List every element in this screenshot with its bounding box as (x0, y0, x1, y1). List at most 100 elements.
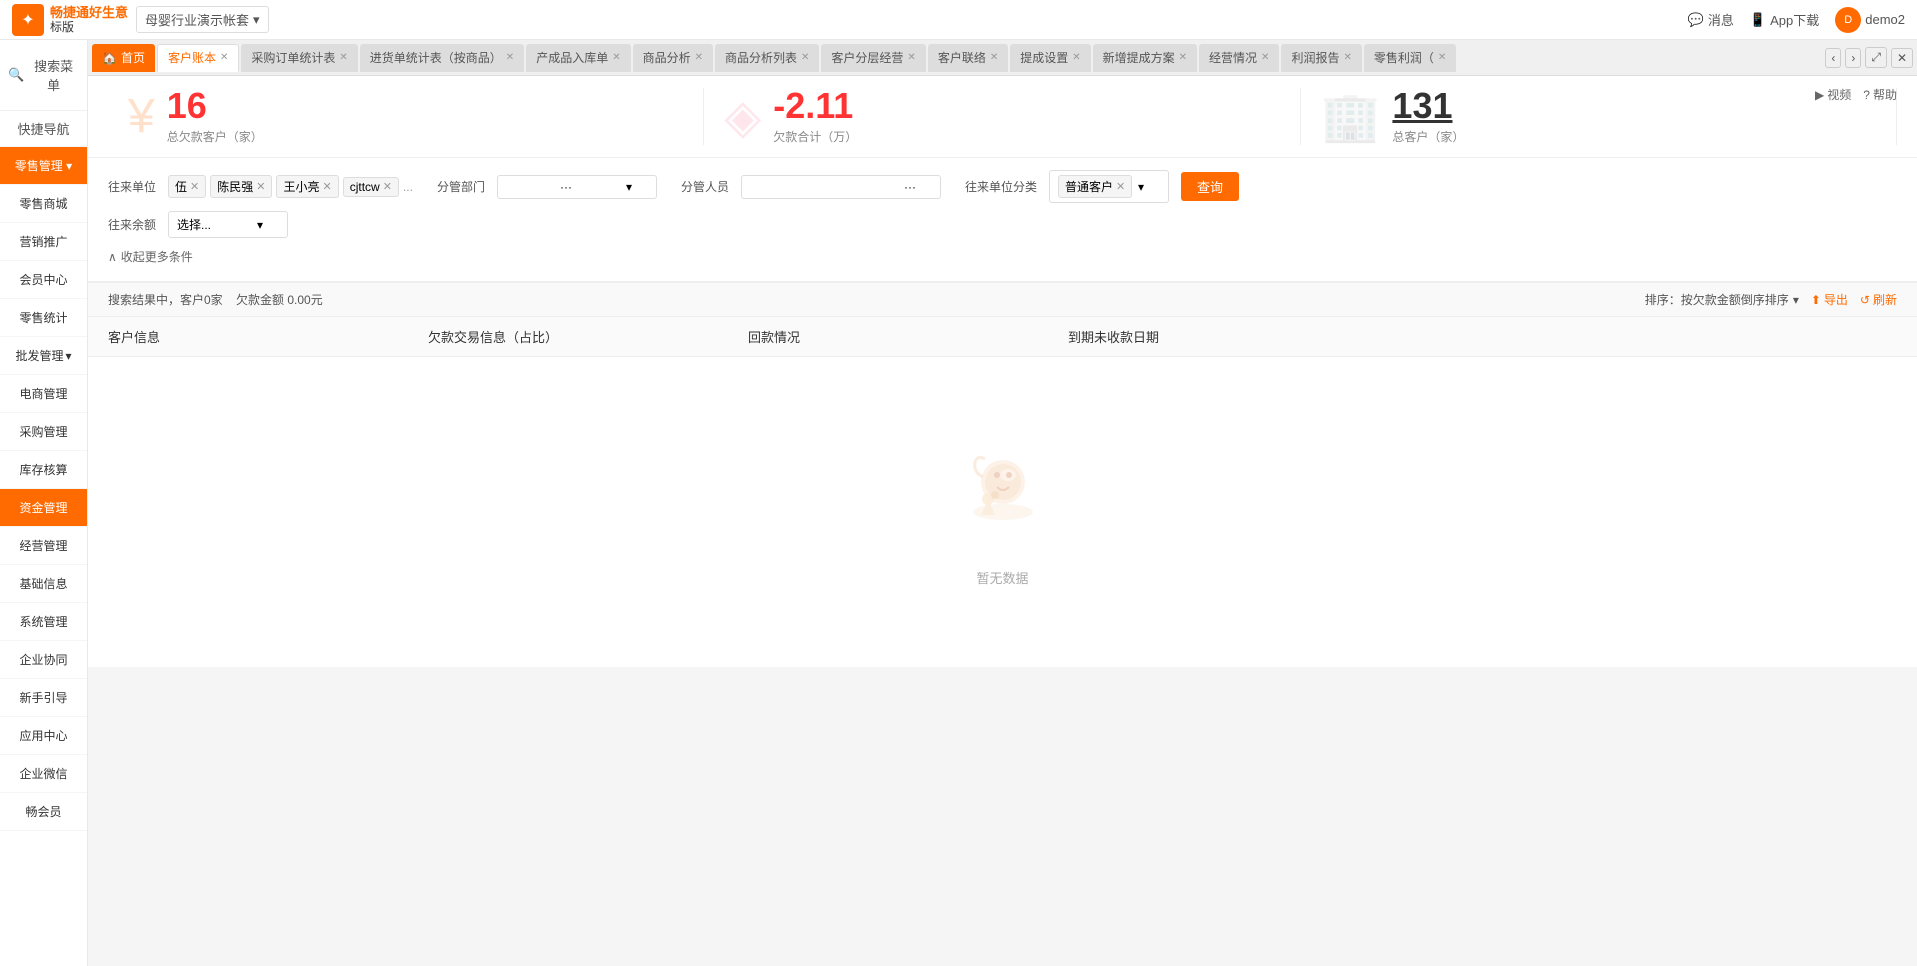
user-menu[interactable]: D demo2 (1835, 7, 1905, 33)
tab-purchase-order[interactable]: 采购订单统计表 ✕ (241, 44, 357, 72)
sidebar-item-retail-stats[interactable]: 零售统计 (0, 299, 87, 337)
help-label: 帮助 (1873, 86, 1897, 103)
tab-close-customer-book[interactable]: ✕ (220, 52, 228, 63)
unit-type-select[interactable]: 普通客户 ✕ ▾ (1049, 170, 1169, 203)
tab-stock-stats[interactable]: 进货单统计表（按商品） ✕ (360, 44, 524, 72)
balance-select[interactable]: 选择... ▾ (168, 211, 288, 238)
tab-profit-report[interactable]: 利润报告 ✕ (1281, 44, 1361, 72)
tab-customer-contact[interactable]: 客户联络 ✕ (928, 44, 1008, 72)
sidebar-item-vip[interactable]: 畅会员 (0, 793, 87, 831)
tab-close-analysis-list[interactable]: ✕ (801, 52, 809, 63)
search-menu-button[interactable]: 🔍 搜索菜单 (8, 50, 79, 100)
tab-product-analysis[interactable]: 商品分析 ✕ (633, 44, 713, 72)
tab-close-stock[interactable]: ✕ (506, 52, 514, 63)
result-actions: 排序：按欠款金额倒序排序 ▾ ⬆ 导出 ↺ 刷新 (1645, 291, 1897, 308)
tab-close-new-promo[interactable]: ✕ (1179, 52, 1187, 63)
app-download-btn[interactable]: 📱 App下载 (1750, 10, 1819, 29)
sidebar-item-wholesale[interactable]: 批发管理 ▾ (0, 337, 87, 375)
tab-close-purchase[interactable]: ✕ (339, 52, 347, 63)
tab-close-production[interactable]: ✕ (612, 52, 620, 63)
tab-new-promotion[interactable]: 新增提成方案 ✕ (1093, 44, 1197, 72)
unit-type-remove[interactable]: ✕ (1116, 180, 1125, 193)
stock-stats-tab-label: 进货单统计表（按商品） (370, 49, 502, 66)
production-tab-label: 产成品入库单 (536, 49, 608, 66)
purchase-order-tab-label: 采购订单统计表 (251, 49, 335, 66)
tab-close-profit[interactable]: ✕ (1343, 52, 1351, 63)
sidebar-item-enterprise[interactable]: 企业协同 (0, 641, 87, 679)
sidebar-item-member[interactable]: 会员中心 (0, 261, 87, 299)
chevron-down-icon: ▾ (253, 12, 260, 28)
sidebar-item-retail-mgmt[interactable]: 零售管理 ▾ (0, 147, 87, 185)
account-selector[interactable]: 母婴行业演示帐套 ▾ (136, 6, 269, 33)
tab-retail-profit[interactable]: 零售利润（ ✕ (1364, 44, 1456, 72)
tab-close-segment[interactable]: ✕ (907, 52, 915, 63)
tab-home[interactable]: 🏠 首页 (92, 44, 155, 72)
tag-2-remove[interactable]: ✕ (323, 180, 332, 193)
export-icon: ⬆ (1811, 293, 1821, 307)
stat-block-total-customers: 🏢 131 总客户（家） (1301, 88, 1897, 145)
tab-close-retail-profit[interactable]: ✕ (1438, 52, 1446, 63)
sidebar-item-marketing[interactable]: 营销推广 (0, 223, 87, 261)
sidebar-item-app-center[interactable]: 应用中心 (0, 717, 87, 755)
business-status-tab-label: 经营情况 (1209, 49, 1257, 66)
stat-info-total: 131 总客户（家） (1392, 88, 1464, 145)
tab-production[interactable]: 产成品入库单 ✕ (526, 44, 630, 72)
refresh-button[interactable]: ↺ 刷新 (1860, 291, 1897, 308)
tab-close-contact[interactable]: ✕ (990, 52, 998, 63)
col-header-date: 到期未收款日期 (1068, 327, 1897, 346)
sidebar-item-basic-info[interactable]: 基础信息 (0, 565, 87, 603)
total-customers-label: 总欠款客户（家） (167, 128, 263, 145)
tab-expand[interactable]: ⤢ (1865, 47, 1887, 68)
sidebar-item-finance[interactable]: 资金管理 (0, 489, 87, 527)
video-btn[interactable]: ▶ 视频 (1815, 86, 1851, 103)
tab-controls: ‹ › ⤢ ✕ (1825, 47, 1913, 68)
tab-customer-segment[interactable]: 客户分层经营 ✕ (821, 44, 925, 72)
sidebar-item-ecommerce[interactable]: 电商管理 (0, 375, 87, 413)
retail-profit-tab-label: 零售利润（ (1374, 49, 1434, 66)
sidebar-item-new-guide[interactable]: 新手引导 (0, 679, 87, 717)
collapse-button[interactable]: ∧ 收起更多条件 (108, 244, 1897, 269)
quick-nav-button[interactable]: 快捷导航 (0, 111, 87, 147)
sort-select[interactable]: 排序：按欠款金额倒序排序 ▾ (1645, 291, 1799, 308)
tab-close-business[interactable]: ✕ (1261, 52, 1269, 63)
promotion-settings-tab-label: 提成设置 (1020, 49, 1068, 66)
col-header-debt: 欠款交易信息（占比） (428, 327, 748, 346)
sidebar-item-inventory[interactable]: 库存核算 (0, 451, 87, 489)
tab-scroll-left[interactable]: ‹ (1825, 48, 1841, 68)
retail-mall-label: 零售商城 (19, 197, 67, 211)
tab-close-all[interactable]: ✕ (1891, 48, 1913, 68)
tag-3-remove[interactable]: ✕ (383, 180, 392, 193)
debt-total-value: -2.11 (773, 88, 857, 124)
sidebar-item-system[interactable]: 系统管理 (0, 603, 87, 641)
tab-product-analysis-list[interactable]: 商品分析列表 ✕ (715, 44, 819, 72)
filter-more-btn[interactable]: ... (403, 180, 413, 194)
tab-business-status[interactable]: 经营情况 ✕ (1199, 44, 1279, 72)
filter-tag-0: 伍 ✕ (168, 175, 206, 198)
person-select[interactable]: ··· (741, 175, 941, 199)
purchase-label: 采购管理 (19, 425, 67, 439)
tab-scroll-right[interactable]: › (1845, 48, 1861, 68)
export-button[interactable]: ⬆ 导出 (1811, 291, 1848, 308)
tag-1-label: 陈民强 (217, 178, 253, 195)
member-label: 会员中心 (19, 273, 67, 287)
tag-0-remove[interactable]: ✕ (190, 180, 199, 193)
tab-close-promo-settings[interactable]: ✕ (1072, 52, 1080, 63)
sidebar-item-retail-mall[interactable]: 零售商城 (0, 185, 87, 223)
sidebar-item-operations[interactable]: 经营管理 (0, 527, 87, 565)
dept-select[interactable]: ··· ▾ (497, 175, 657, 199)
result-bar: 搜索结果中，客户0家 欠款金额 0.00元 排序：按欠款金额倒序排序 ▾ ⬆ 导… (88, 282, 1917, 317)
tab-close-analysis[interactable]: ✕ (695, 52, 703, 63)
sidebar-item-enterprise-wechat[interactable]: 企业微信 (0, 755, 87, 793)
profit-report-tab-label: 利润报告 (1291, 49, 1339, 66)
tab-promotion-settings[interactable]: 提成设置 ✕ (1010, 44, 1090, 72)
message-btn[interactable]: 💬 消息 (1688, 10, 1734, 29)
operations-label: 经营管理 (19, 539, 67, 553)
sidebar-item-purchase[interactable]: 采购管理 (0, 413, 87, 451)
logo-icon: ✦ (12, 4, 44, 36)
customer-segment-tab-label: 客户分层经营 (831, 49, 903, 66)
tag-1-remove[interactable]: ✕ (256, 180, 265, 193)
tab-customer-book[interactable]: 客户账本 ✕ (157, 44, 239, 72)
help-btn[interactable]: ? 帮助 (1863, 86, 1897, 103)
query-button[interactable]: 查询 (1181, 172, 1239, 201)
refresh-icon: ↺ (1860, 293, 1870, 307)
